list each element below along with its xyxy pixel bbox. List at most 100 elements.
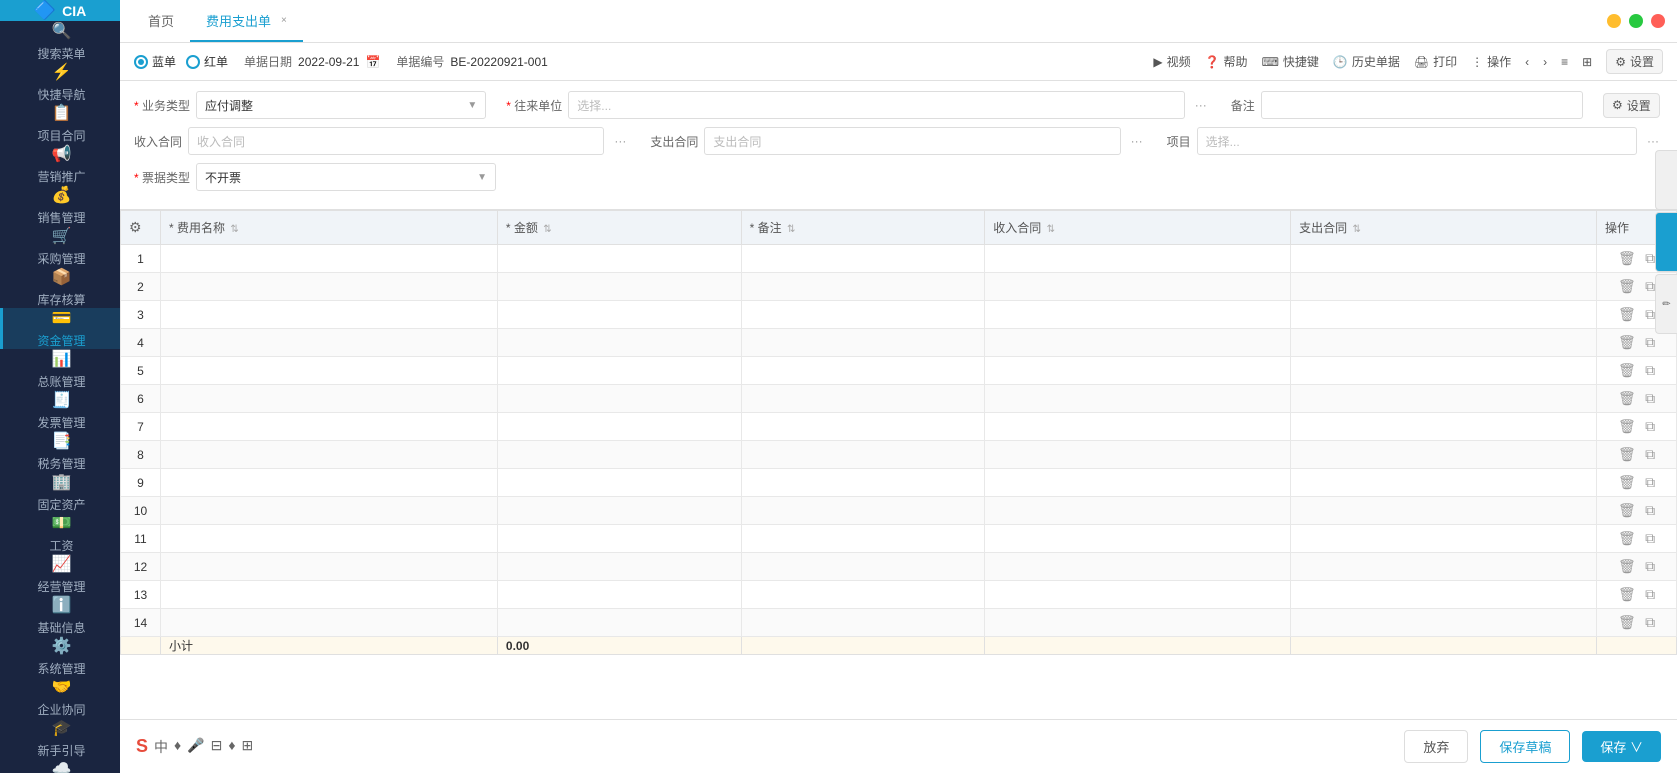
- doc-date-value[interactable]: 2022-09-21: [298, 55, 359, 69]
- save-draft-button[interactable]: 保存草稿: [1480, 730, 1570, 763]
- sidebar-item-basic-info[interactable]: ℹ️ 基础信息: [0, 595, 120, 636]
- row-copy-icon-9[interactable]: ⧉: [1645, 474, 1655, 490]
- cell-remark-5[interactable]: [741, 357, 985, 385]
- nav-prev-button[interactable]: ‹: [1525, 55, 1529, 69]
- row-delete-icon-12[interactable]: 🗑: [1618, 558, 1636, 574]
- save-button[interactable]: 保存 ∨: [1582, 731, 1661, 762]
- cell-expense-contract-4[interactable]: [1291, 329, 1597, 357]
- cell-expense-contract-1[interactable]: [1291, 245, 1597, 273]
- cell-amount-6[interactable]: [497, 385, 741, 413]
- sidebar-item-marketing[interactable]: 📢 营销推广: [0, 144, 120, 185]
- sort-amount-icon[interactable]: ⇅: [543, 224, 551, 235]
- window-close-button[interactable]: [1651, 14, 1665, 28]
- footer-icon-grid[interactable]: ⊞: [242, 737, 254, 757]
- cell-amount-3[interactable]: [497, 301, 741, 329]
- cell-income-contract-1[interactable]: [985, 245, 1291, 273]
- row-copy-icon-7[interactable]: ⧉: [1645, 418, 1655, 434]
- row-delete-icon-8[interactable]: 🗑: [1618, 446, 1636, 462]
- sidebar-item-system[interactable]: ⚙️ 系统管理: [0, 636, 120, 677]
- cell-expense-name-13[interactable]: [161, 581, 498, 609]
- video-button[interactable]: ▶ 视频: [1153, 53, 1190, 70]
- cell-remark-4[interactable]: [741, 329, 985, 357]
- row-delete-icon-6[interactable]: 🗑: [1618, 390, 1636, 406]
- sidebar-item-inventory[interactable]: 📦 库存核算: [0, 267, 120, 308]
- layout-grid-button[interactable]: ⊞: [1582, 55, 1592, 69]
- cell-income-contract-7[interactable]: [985, 413, 1291, 441]
- sidebar-item-general-ledger[interactable]: 📊 总账管理: [0, 349, 120, 390]
- cell-income-contract-11[interactable]: [985, 525, 1291, 553]
- row-delete-icon-9[interactable]: 🗑: [1618, 474, 1636, 490]
- cell-amount-4[interactable]: [497, 329, 741, 357]
- cell-amount-13[interactable]: [497, 581, 741, 609]
- sort-expense-name-icon[interactable]: ⇅: [230, 224, 238, 235]
- footer-icon-dot1[interactable]: ♦: [174, 737, 181, 757]
- cell-remark-6[interactable]: [741, 385, 985, 413]
- payee-more-icon[interactable]: ···: [1191, 98, 1211, 112]
- cell-income-contract-4[interactable]: [985, 329, 1291, 357]
- footer-icon-layout1[interactable]: ⊟: [211, 737, 223, 757]
- cell-expense-contract-9[interactable]: [1291, 469, 1597, 497]
- sidebar-item-project-contract[interactable]: 📋 项目合同: [0, 103, 120, 144]
- cell-amount-8[interactable]: [497, 441, 741, 469]
- row-copy-icon-8[interactable]: ⧉: [1645, 446, 1655, 462]
- row-delete-icon-11[interactable]: 🗑: [1618, 530, 1636, 546]
- cell-income-contract-3[interactable]: [985, 301, 1291, 329]
- sidebar-item-fixed-assets[interactable]: 🏢 固定资产: [0, 472, 120, 513]
- cell-expense-contract-7[interactable]: [1291, 413, 1597, 441]
- cell-expense-name-8[interactable]: [161, 441, 498, 469]
- cell-income-contract-14[interactable]: [985, 609, 1291, 637]
- cell-expense-name-11[interactable]: [161, 525, 498, 553]
- cell-amount-14[interactable]: [497, 609, 741, 637]
- cell-expense-contract-11[interactable]: [1291, 525, 1597, 553]
- calendar-icon[interactable]: 📅: [365, 55, 380, 69]
- sidebar-item-operations[interactable]: 📈 经营管理: [0, 554, 120, 595]
- cell-expense-name-6[interactable]: [161, 385, 498, 413]
- tab-home[interactable]: 首页: [132, 0, 190, 42]
- row-copy-icon-13[interactable]: ⧉: [1645, 586, 1655, 602]
- sidebar-item-tax[interactable]: 📑 税务管理: [0, 431, 120, 472]
- cell-expense-contract-10[interactable]: [1291, 497, 1597, 525]
- row-delete-icon-2[interactable]: 🗑: [1618, 278, 1636, 294]
- cell-expense-contract-3[interactable]: [1291, 301, 1597, 329]
- project-select[interactable]: 选择...: [1197, 127, 1637, 155]
- cell-income-contract-5[interactable]: [985, 357, 1291, 385]
- row-copy-icon-5[interactable]: ⧉: [1645, 362, 1655, 378]
- cell-remark-10[interactable]: [741, 497, 985, 525]
- row-delete-icon-5[interactable]: 🗑: [1618, 362, 1636, 378]
- cell-amount-5[interactable]: [497, 357, 741, 385]
- row-delete-icon-1[interactable]: 🗑: [1618, 250, 1636, 266]
- row-copy-icon-3[interactable]: ⧉: [1645, 306, 1655, 322]
- shortcut-button[interactable]: ⌨ 快捷键: [1262, 53, 1319, 70]
- sort-remark-icon[interactable]: ⇅: [787, 224, 795, 235]
- cell-expense-contract-6[interactable]: [1291, 385, 1597, 413]
- project-more[interactable]: ···: [1643, 134, 1663, 148]
- cell-remark-13[interactable]: [741, 581, 985, 609]
- cell-income-contract-12[interactable]: [985, 553, 1291, 581]
- sidebar-item-purchase[interactable]: 🛒 采购管理: [0, 226, 120, 267]
- payee-select[interactable]: 选择...: [568, 91, 1184, 119]
- print-button[interactable]: 🖨 打印: [1414, 53, 1457, 70]
- cell-expense-name-14[interactable]: [161, 609, 498, 637]
- cell-income-contract-10[interactable]: [985, 497, 1291, 525]
- window-maximize-button[interactable]: [1629, 14, 1643, 28]
- cell-expense-contract-8[interactable]: [1291, 441, 1597, 469]
- cell-expense-contract-2[interactable]: [1291, 273, 1597, 301]
- sidebar-item-capital[interactable]: 💳 资金管理: [0, 308, 120, 349]
- help-button[interactable]: ❓ 帮助: [1205, 53, 1248, 70]
- cell-remark-12[interactable]: [741, 553, 985, 581]
- red-bill-radio[interactable]: 红单: [186, 53, 228, 70]
- row-copy-icon-6[interactable]: ⧉: [1645, 390, 1655, 406]
- cell-expense-name-10[interactable]: [161, 497, 498, 525]
- row-copy-icon-10[interactable]: ⧉: [1645, 502, 1655, 518]
- row-copy-icon-12[interactable]: ⧉: [1645, 558, 1655, 574]
- cell-expense-name-3[interactable]: [161, 301, 498, 329]
- cell-amount-11[interactable]: [497, 525, 741, 553]
- row-delete-icon-3[interactable]: 🗑: [1618, 306, 1636, 322]
- edge-tab-1[interactable]: [1655, 150, 1677, 210]
- expense-contract-select[interactable]: 支出合同: [704, 127, 1120, 155]
- window-minimize-button[interactable]: [1607, 14, 1621, 28]
- cell-expense-name-4[interactable]: [161, 329, 498, 357]
- row-copy-icon-11[interactable]: ⧉: [1645, 530, 1655, 546]
- row-delete-icon-13[interactable]: 🗑: [1618, 586, 1636, 602]
- cell-expense-contract-13[interactable]: [1291, 581, 1597, 609]
